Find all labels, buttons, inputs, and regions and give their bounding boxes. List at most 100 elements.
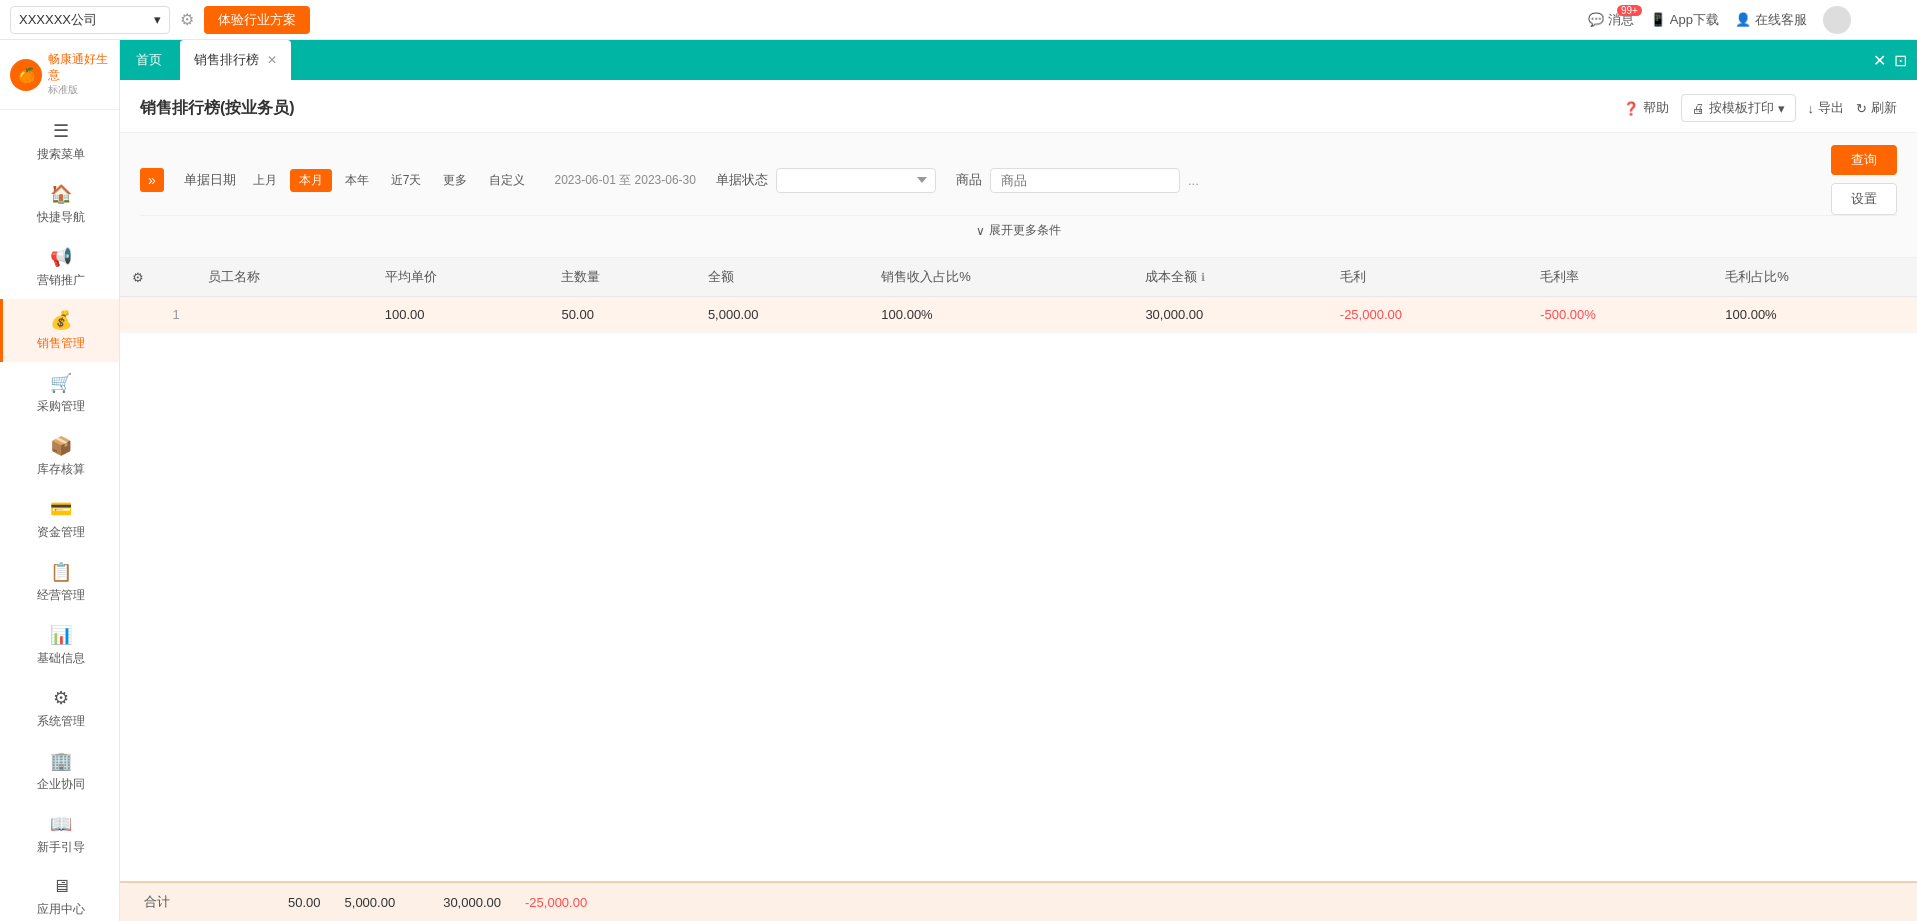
- sidebar-item-apps[interactable]: 🖥 应用中心: [0, 866, 119, 921]
- sidebar-label-finance: 资金管理: [37, 524, 85, 541]
- footer-quantity: 50.00: [276, 895, 333, 910]
- table-row: 1 100.00 50.00 5,000.00 100.00% 30,000.0…: [120, 297, 1917, 333]
- message-icon: 💬: [1588, 12, 1604, 27]
- query-button[interactable]: 查询: [1831, 145, 1897, 175]
- export-icon: ↓: [1808, 101, 1815, 116]
- expand-label: 展开更多条件: [989, 222, 1061, 239]
- date-filter: 单据日期 上月 本月 本年 近7天 更多 自定义: [184, 169, 535, 192]
- date-buttons: 上月 本月 本年 近7天 更多 自定义: [244, 169, 535, 192]
- col-avg-price-header: 平均单价: [373, 258, 550, 297]
- tab-sales-ranking[interactable]: 销售排行榜 ✕: [180, 40, 291, 80]
- home-icon: 🏠: [50, 183, 72, 205]
- message-button[interactable]: 💬 消息 99+: [1588, 11, 1634, 29]
- top-bar: XXXXXX公司 ▾ ⚙ 体验行业方案 💬 消息 99+ 📱 App下载 👤 在…: [0, 0, 1917, 40]
- online-service-button[interactable]: 👤 在线客服: [1735, 11, 1807, 29]
- tab-right-controls: ✕ ⊡: [1873, 51, 1917, 70]
- sidebar-item-nav[interactable]: 🏠 快捷导航: [0, 173, 119, 236]
- footer-gross: -25,000.00: [513, 895, 599, 910]
- sidebar-label-operations: 经营管理: [37, 587, 85, 604]
- col-settings-header[interactable]: ⚙: [120, 258, 156, 297]
- tab-maximize-icon[interactable]: ⊡: [1894, 51, 1907, 70]
- sidebar-item-finance[interactable]: 💳 资金管理: [0, 488, 119, 551]
- date-btn-this-year[interactable]: 本年: [336, 169, 378, 192]
- cost-info-icon[interactable]: ℹ: [1201, 271, 1205, 283]
- sidebar-item-purchase[interactable]: 🛒 采购管理: [0, 362, 119, 425]
- logo-sub: 标准版: [48, 83, 109, 97]
- status-select[interactable]: [776, 168, 936, 193]
- status-filter: 单据状态: [716, 168, 936, 193]
- sidebar-item-sales[interactable]: 💰 销售管理: [0, 299, 119, 362]
- goods-input[interactable]: [990, 168, 1180, 193]
- avatar[interactable]: [1823, 6, 1851, 34]
- settings-set-button[interactable]: 设置: [1831, 183, 1897, 215]
- sidebar-item-guide[interactable]: 📖 新手引导: [0, 803, 119, 866]
- col-amount-header: 全额: [696, 258, 869, 297]
- app-label: App下载: [1670, 11, 1719, 29]
- table-header: ⚙ 员工名称 平均单价 主数量 全额 销售收入占比% 成本全额 ℹ 毛利 毛利率…: [120, 258, 1917, 297]
- basic-icon: 📊: [50, 624, 72, 646]
- refresh-label: 刷新: [1871, 99, 1897, 117]
- tab-home[interactable]: 首页: [120, 40, 178, 80]
- more-options-dots[interactable]: ...: [1188, 173, 1199, 188]
- col-gross-pct-header: 毛利占比%: [1713, 258, 1917, 297]
- trial-button[interactable]: 体验行业方案: [204, 6, 310, 34]
- footer-cost: 30,000.00: [431, 895, 513, 910]
- service-icon: 👤: [1735, 12, 1751, 27]
- sidebar-item-inventory[interactable]: 📦 库存核算: [0, 425, 119, 488]
- sales-icon: 💰: [50, 309, 72, 331]
- row-rank: 1: [156, 297, 196, 333]
- date-btn-more[interactable]: 更多: [434, 169, 476, 192]
- refresh-button[interactable]: ↻ 刷新: [1856, 99, 1897, 117]
- refresh-icon: ↻: [1856, 101, 1867, 116]
- logo-text: 畅康通好生意: [48, 52, 109, 83]
- row-settings-cell: [120, 297, 156, 333]
- sidebar-label-guide: 新手引导: [37, 839, 85, 856]
- date-filter-label: 单据日期: [184, 171, 236, 189]
- expand-more-button[interactable]: ∨ 展开更多条件: [976, 222, 1061, 239]
- page-actions: ❓ 帮助 🖨 按模板打印 ▾ ↓ 导出 ↻ 刷新: [1623, 94, 1898, 122]
- sidebar-label-basic: 基础信息: [37, 650, 85, 667]
- help-label: 帮助: [1643, 99, 1669, 117]
- export-button[interactable]: ↓ 导出: [1808, 99, 1845, 117]
- user-name[interactable]: [1867, 6, 1907, 34]
- sidebar-label-system: 系统管理: [37, 713, 85, 730]
- sidebar-logo: 🍊 畅康通好生意 标准版: [0, 40, 119, 110]
- date-btn-this-month[interactable]: 本月: [290, 169, 332, 192]
- sidebar-item-system[interactable]: ⚙ 系统管理: [0, 677, 119, 740]
- sidebar-item-operations[interactable]: 📋 经营管理: [0, 551, 119, 614]
- query-area: 查询 设置: [1831, 145, 1897, 215]
- sidebar-item-basic[interactable]: 📊 基础信息: [0, 614, 119, 677]
- row-avg-price: 100.00: [373, 297, 550, 333]
- marketing-icon: 📢: [50, 246, 72, 268]
- expand-chevron-icon: ∨: [976, 224, 985, 238]
- status-filter-label: 单据状态: [716, 171, 768, 189]
- content-area: 首页 销售排行榜 ✕ ✕ ⊡ 销售排行榜(按业务员) ❓ 帮助: [120, 40, 1917, 921]
- date-btn-custom[interactable]: 自定义: [480, 169, 534, 192]
- sidebar-label-search: 搜索菜单: [37, 146, 85, 163]
- print-button[interactable]: 🖨 按模板打印 ▾: [1681, 94, 1796, 122]
- sidebar-label-apps: 应用中心: [37, 901, 85, 918]
- enterprise-icon: 🏢: [50, 750, 72, 772]
- tab-close-icon[interactable]: ✕: [267, 53, 277, 67]
- goods-filter: 商品 ...: [956, 168, 1199, 193]
- company-selector[interactable]: XXXXXX公司 ▾: [10, 6, 170, 34]
- data-table: ⚙ 员工名称 平均单价 主数量 全额 销售收入占比% 成本全额 ℹ 毛利 毛利率…: [120, 258, 1917, 333]
- logo-icon: 🍊: [10, 59, 42, 91]
- app-download-button[interactable]: 📱 App下载: [1650, 11, 1719, 29]
- filter-expand-toggle[interactable]: »: [140, 168, 164, 192]
- export-label: 导出: [1818, 99, 1844, 117]
- print-icon: 🖨: [1692, 101, 1705, 116]
- row-gross: -25,000.00: [1328, 297, 1528, 333]
- table-footer: 合计 50.00 5,000.00 30,000.00 -25,000.00: [120, 881, 1917, 921]
- sidebar-item-enterprise[interactable]: 🏢 企业协同: [0, 740, 119, 803]
- apps-icon: 🖥: [52, 876, 70, 897]
- sidebar-item-search[interactable]: ☰ 搜索菜单: [0, 110, 119, 173]
- date-btn-last-month[interactable]: 上月: [244, 169, 286, 192]
- purchase-icon: 🛒: [50, 372, 72, 394]
- settings-icon[interactable]: ⚙: [180, 10, 194, 29]
- filter-bar: » 单据日期 上月 本月 本年 近7天 更多 自定义: [120, 133, 1917, 258]
- sidebar-item-marketing[interactable]: 📢 营销推广: [0, 236, 119, 299]
- help-button[interactable]: ❓ 帮助: [1623, 99, 1669, 117]
- date-btn-7days[interactable]: 近7天: [382, 169, 431, 192]
- tab-close-window-icon[interactable]: ✕: [1873, 51, 1886, 70]
